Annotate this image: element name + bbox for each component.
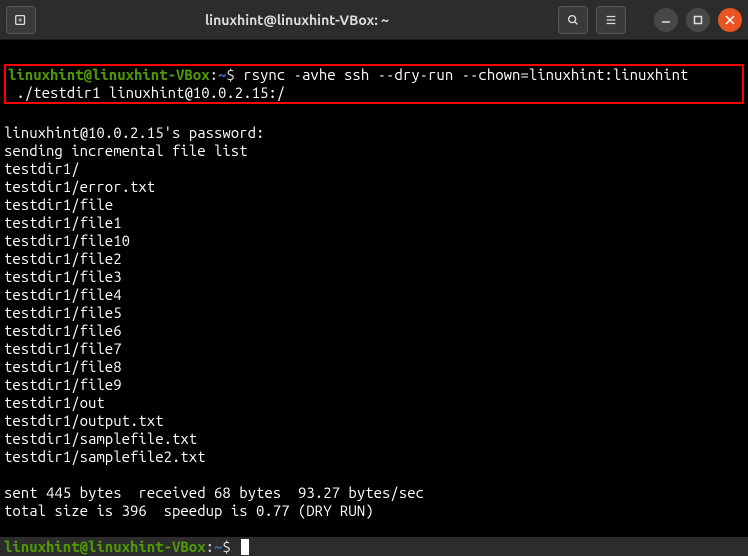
output-line: testdir1/file1 [4,214,744,232]
prompt-user-2: linuxhint@linuxhint-VBox [4,538,206,555]
output-line: testdir1/file8 [4,358,744,376]
output-line: testdir1/samplefile.txt [4,430,744,448]
titlebar-right [558,6,742,34]
command-text-2: ./testdir1 linuxhint@10.0.2.15:/ [8,84,285,101]
output-line: testdir1/file2 [4,250,744,268]
menu-button[interactable] [596,6,626,34]
prompt-symbol: $ [226,66,234,83]
terminal-output: linuxhint@10.0.2.15's password:sending i… [4,124,744,520]
prompt-user: linuxhint@linuxhint-VBox [8,66,210,83]
command-text-1: rsync -avhe ssh --dry-run --chown=linuxh… [243,66,688,83]
output-line: testdir1/file3 [4,268,744,286]
output-line: total size is 396 speedup is 0.77 (DRY R… [4,502,744,520]
output-line: testdir1/out [4,394,744,412]
output-line: testdir1/file4 [4,286,744,304]
prompt-path-2: ~ [214,538,222,555]
output-line: testdir1/file [4,196,744,214]
cursor [241,539,249,555]
prompt-colon: : [210,66,218,83]
titlebar-left [6,6,36,34]
command-highlight: linuxhint@linuxhint-VBox:~$ rsync -avhe … [4,64,744,104]
close-button[interactable] [718,8,742,32]
minimize-button[interactable] [654,8,678,32]
window-title: linuxhint@linuxhint-VBox: ~ [36,12,558,28]
titlebar: linuxhint@linuxhint-VBox: ~ [0,0,748,40]
output-line: testdir1/file6 [4,322,744,340]
output-line [4,466,744,484]
maximize-button[interactable] [686,8,710,32]
output-line: testdir1/file9 [4,376,744,394]
output-line: sent 445 bytes received 68 bytes 93.27 b… [4,484,744,502]
output-line: testdir1/output.txt [4,412,744,430]
search-button[interactable] [558,6,588,34]
terminal-area[interactable]: linuxhint@linuxhint-VBox:~$ rsync -avhe … [0,40,748,537]
output-line: sending incremental file list [4,142,744,160]
output-line: testdir1/file7 [4,340,744,358]
output-line: testdir1/file10 [4,232,744,250]
output-line: testdir1/ [4,160,744,178]
output-line: testdir1/samplefile2.txt [4,448,744,466]
new-tab-button[interactable] [6,6,36,34]
output-line: testdir1/file5 [4,304,744,322]
prompt-colon-2: : [206,538,214,555]
output-line: testdir1/error.txt [4,178,744,196]
output-line: linuxhint@10.0.2.15's password: [4,124,744,142]
prompt-symbol-2: $ [222,538,230,555]
